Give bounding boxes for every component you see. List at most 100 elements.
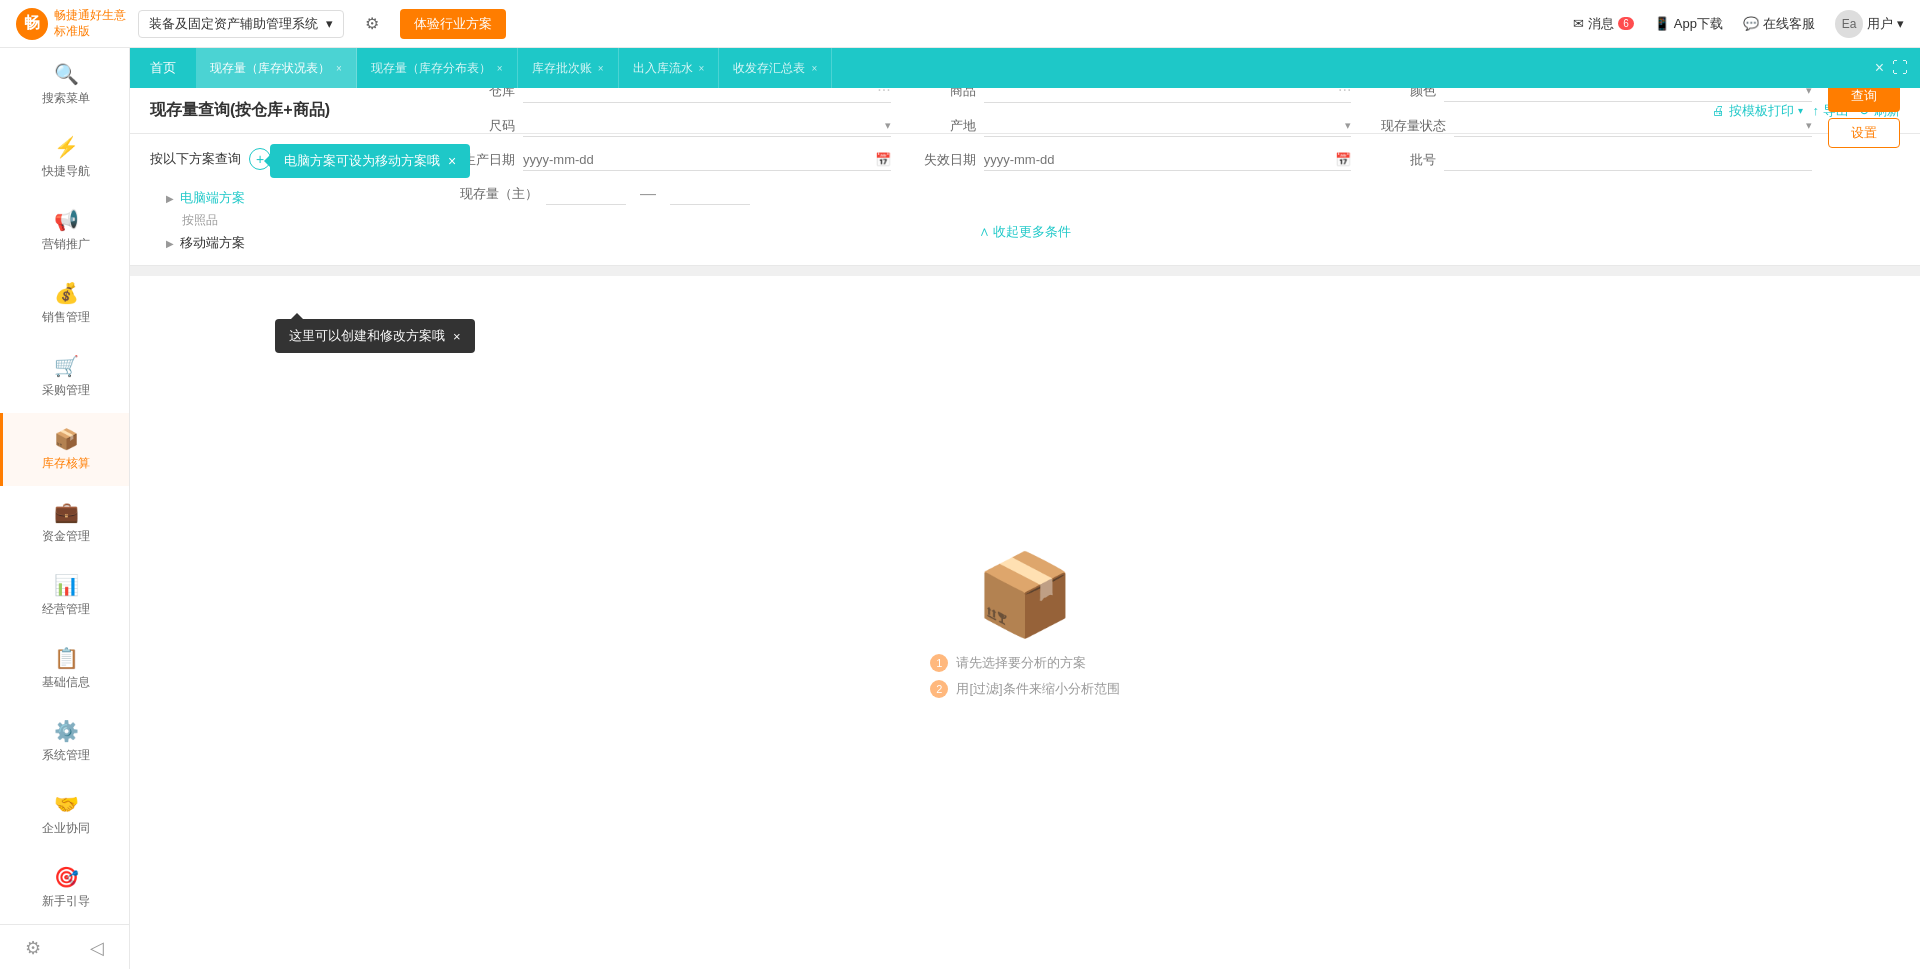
online-service-button[interactable]: 💬 在线客服 [1743,15,1815,33]
calendar-icon[interactable]: 📅 [875,152,891,167]
color-input[interactable]: ▾ [1444,88,1812,102]
step-num-2: 2 [930,680,948,698]
origin-input[interactable]: ▾ [984,115,1352,137]
stock-status-text-input[interactable] [1454,118,1802,133]
color-dropdown-icon[interactable]: ▾ [1806,88,1812,97]
tab-inventory-dist[interactable]: 现存量（库存分布表） × [357,48,518,88]
chart-icon: 📊 [54,573,79,597]
sidebar-item-search[interactable]: 🔍 搜索菜单 [0,48,129,121]
tab-maximize-icon[interactable]: ⛶ [1892,59,1908,77]
warehouse-picker-icon[interactable]: ··· [877,88,890,99]
stock-status-input[interactable]: ▾ [1454,115,1812,137]
tab-inout-flow[interactable]: 出入库流水 × [619,48,720,88]
sidebar-item-quick-nav[interactable]: ⚡ 快捷导航 [0,121,129,194]
tab-recv-summary[interactable]: 收发存汇总表 × [719,48,832,88]
empty-step-1: 1 请先选择要分析的方案 [930,654,1119,672]
tab-close-icon[interactable]: × [497,63,503,74]
settings-icon[interactable]: ⚙ [356,8,388,40]
user-menu[interactable]: Ea 用户 ▾ [1835,10,1904,38]
tab-close-icon[interactable]: × [699,63,705,74]
tab-home[interactable]: 首页 [130,48,196,88]
search-button[interactable]: 查询 [1828,88,1900,112]
avatar: Ea [1835,10,1863,38]
target-icon: 🎯 [54,865,79,889]
exp-date-input[interactable]: 📅 [984,149,1352,171]
sidebar-item-finance[interactable]: 💼 资金管理 [0,486,129,559]
system-selector[interactable]: 装备及固定资产辅助管理系统 ▾ [138,10,344,38]
industry-button[interactable]: 体验行业方案 [400,9,506,39]
product-text-input[interactable] [984,88,1334,98]
gear-icon: ⚙️ [54,719,79,743]
warehouse-input[interactable]: ··· [523,88,891,103]
sidebar-settings-button[interactable]: ⚙ [25,937,41,959]
filter-field-warehouse: 仓库 ··· [460,88,891,103]
sidebar-item-enterprise[interactable]: 🤝 企业协同 [0,778,129,851]
tab-close-icon[interactable]: × [336,63,342,74]
logo-area: 畅 畅捷通好生意 标准版 [16,8,126,40]
empty-state: 📦 1 请先选择要分析的方案 2 用[过滤]条件来缩小分析范围 [130,276,1920,969]
logo-icon: 畅 [16,8,48,40]
sidebar-item-marketing[interactable]: 📢 营销推广 [0,194,129,267]
stock-qty-min-input[interactable] [546,183,626,205]
batch-input[interactable] [1444,149,1812,171]
tab-batch-ledger[interactable]: 库存批次账 × [518,48,619,88]
filter-field-origin: 产地 ▾ [921,115,1352,137]
filter-field-size: 尺码 ▾ [460,115,891,137]
sidebar-item-basic[interactable]: 📋 基础信息 [0,632,129,705]
message-icon: ✉ [1573,16,1584,31]
warehouse-text-input[interactable] [523,88,873,98]
batch-text-input[interactable] [1444,152,1812,167]
tab-close-all-icon[interactable]: × [1875,59,1884,77]
scheme-tooltip-close[interactable]: × [448,153,456,169]
messages-button[interactable]: ✉ 消息 6 [1573,15,1634,33]
product-picker-icon[interactable]: ··· [1338,88,1351,99]
stock-qty-max-input[interactable] [670,183,750,205]
origin-dropdown-icon[interactable]: ▾ [1345,119,1351,132]
expand-icon: ▶ [166,238,174,249]
filter-collapse-button[interactable]: ∧ 收起更多条件 [150,213,1900,251]
filter-field-exp-date: 失效日期 📅 [921,149,1352,171]
mobile-icon: 📱 [1654,16,1670,31]
tab-close-icon[interactable]: × [811,63,817,74]
sidebar-collapse-button[interactable]: ◁ [90,937,104,959]
filter-field-stock-status: 现存量状态 ▾ [1381,115,1812,137]
stock-qty-min-text[interactable] [546,186,626,201]
tab-inventory-status[interactable]: 现存量（库存状况表） × [196,48,357,88]
sidebar-item-operations[interactable]: 📊 经营管理 [0,559,129,632]
sidebar-item-sales[interactable]: 💰 销售管理 [0,267,129,340]
calendar-icon[interactable]: 📅 [1335,152,1351,167]
size-text-input[interactable] [523,118,881,133]
filter-body: 仓库 ··· 商品 ··· [460,88,1900,205]
page-content: 现存量查询(按仓库+商品) 🖨 按模板打印 ▾ ↑ 导出 ↺ 刷新 [130,88,1920,969]
sidebar-item-inventory[interactable]: 📦 库存核算 [0,413,129,486]
prod-date-input[interactable]: 📅 [523,149,891,171]
tab-close-icon[interactable]: × [598,63,604,74]
product-input[interactable]: ··· [984,88,1352,103]
chevron-down-icon: ▾ [326,16,333,31]
prod-date-text-input[interactable] [523,152,871,167]
reset-button[interactable]: 设置 [1828,118,1900,148]
empty-step-2: 2 用[过滤]条件来缩小分析范围 [930,680,1119,698]
stock-status-dropdown-icon[interactable]: ▾ [1806,119,1812,132]
exp-date-text-input[interactable] [984,152,1332,167]
sidebar-item-system[interactable]: ⚙️ 系统管理 [0,705,129,778]
create-tooltip-close[interactable]: × [453,329,461,344]
sidebar: 🔍 搜索菜单 ⚡ 快捷导航 📢 营销推广 💰 销售管理 🛒 采购管理 📦 库存核… [0,48,130,969]
sidebar-item-newbie[interactable]: 🎯 新手引导 [0,851,129,924]
filter-field-product: 商品 ··· [921,88,1352,103]
size-dropdown-icon[interactable]: ▾ [885,119,891,132]
origin-text-input[interactable] [984,118,1342,133]
header-left: 畅 畅捷通好生意 标准版 装备及固定资产辅助管理系统 ▾ ⚙ 体验行业方案 [16,8,506,40]
handshake-icon: 🤝 [54,792,79,816]
app-download-button[interactable]: 📱 App下载 [1654,15,1723,33]
size-input[interactable]: ▾ [523,115,891,137]
stock-qty-max-text[interactable] [670,186,750,201]
logo-text: 畅捷通好生意 标准版 [54,8,126,39]
sidebar-item-purchase[interactable]: 🛒 采购管理 [0,340,129,413]
color-text-input[interactable] [1444,88,1802,98]
tab-bar: 首页 现存量（库存状况表） × 现存量（库存分布表） × 库存批次账 × 出入库… [130,48,1920,88]
sidebar-bottom: ⚙ ◁ [0,924,129,969]
range-dash: — [634,185,662,203]
clipboard-icon: 📋 [54,646,79,670]
tab-spacer [832,48,1862,88]
